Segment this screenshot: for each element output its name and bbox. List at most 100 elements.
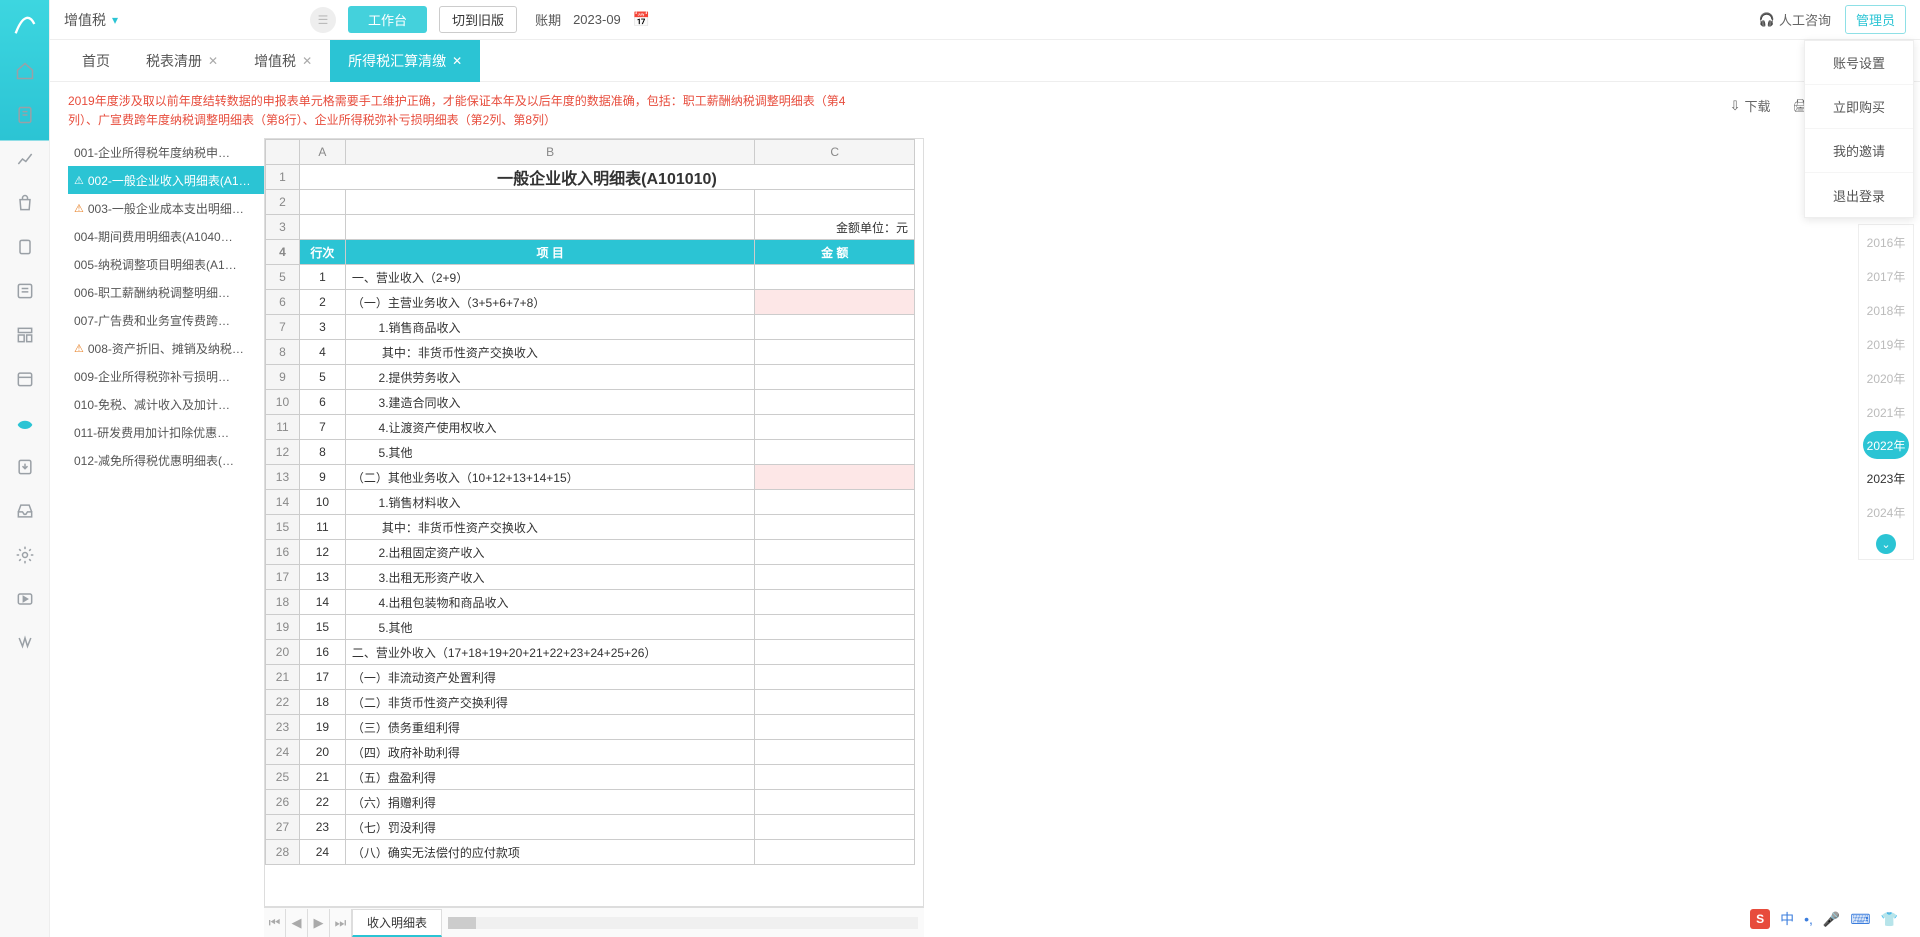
amount-cell[interactable] [755,840,915,865]
amount-cell[interactable] [755,190,915,215]
user-menu: 账号设置立即购买我的邀请退出登录 [1804,40,1914,218]
amount-cell[interactable] [755,490,915,515]
year-2019年[interactable]: 2019年 [1859,327,1913,361]
amount-cell[interactable] [755,565,915,590]
calendar-picker-icon[interactable]: 📅 [633,11,650,28]
admin-button[interactable]: 管理员 [1845,5,1906,34]
amount-cell[interactable] [755,465,915,490]
amount-cell[interactable] [755,340,915,365]
home-icon[interactable] [14,60,36,82]
amount-cell[interactable] [755,740,915,765]
period-value[interactable]: 2023-09 [573,12,621,27]
amount-cell[interactable] [755,715,915,740]
sheet-last-icon[interactable]: ⏭ [330,909,352,937]
ime-mic-icon[interactable]: 🎤 [1823,911,1840,928]
user-menu-item-3[interactable]: 退出登录 [1805,173,1913,217]
close-icon[interactable]: ✕ [208,54,218,68]
year-2021年[interactable]: 2021年 [1859,395,1913,429]
year-2018年[interactable]: 2018年 [1859,293,1913,327]
close-icon[interactable]: ✕ [302,54,312,68]
amount-cell[interactable] [755,790,915,815]
form-item-10[interactable]: 011-研发费用加计扣除优惠… [68,418,264,446]
sheet-first-icon[interactable]: ⏮ [264,909,286,937]
amount-cell[interactable] [755,440,915,465]
amount-cell[interactable] [755,290,915,315]
chart-icon[interactable] [14,148,36,170]
form-icon[interactable] [14,280,36,302]
amount-cell[interactable] [755,590,915,615]
breadcrumb[interactable]: 增值税 ▾ [64,10,118,30]
form-list: 001-企业所得税年度纳税申…⚠002-一般企业收入明细表(A1…⚠003-一般… [68,138,264,937]
amount-cell[interactable] [755,640,915,665]
breadcrumb-text: 增值税 [64,10,106,30]
amount-cell[interactable] [755,415,915,440]
template-icon[interactable] [14,324,36,346]
close-icon[interactable]: ✕ [452,54,462,68]
year-2024年[interactable]: 2024年 [1859,495,1913,529]
form-item-9[interactable]: 010-免税、减计收入及加计… [68,390,264,418]
user-menu-item-1[interactable]: 立即购买 [1805,85,1913,129]
amount-cell[interactable] [755,365,915,390]
form-item-6[interactable]: 007-广告费和业务宣传费跨… [68,306,264,334]
h-scrollbar[interactable] [448,917,918,929]
export-icon[interactable] [14,456,36,478]
ime-keyboard-icon[interactable]: ⌨ [1850,911,1870,928]
doc-icon[interactable] [14,104,36,126]
sheet-prev-icon[interactable]: ◀ [286,909,308,937]
amount-cell[interactable] [755,665,915,690]
form-item-3[interactable]: 004-期间费用明细表(A1040… [68,222,264,250]
bag-icon[interactable] [14,192,36,214]
workbench-button[interactable]: 工作台 [348,6,427,33]
user-menu-item-2[interactable]: 我的邀请 [1805,129,1913,173]
inbox-icon[interactable] [14,500,36,522]
video-icon[interactable] [14,588,36,610]
settings-icon[interactable] [14,544,36,566]
consult-button[interactable]: 🎧 人工咨询 [1759,10,1831,29]
amount-cell[interactable] [755,690,915,715]
sheet-area[interactable]: ABC1一般企业收入明细表(A101010)23金额单位：元4行次项 目金 额5… [264,138,924,907]
form-item-5[interactable]: 006-职工薪酬纳税调整明细… [68,278,264,306]
amount-cell[interactable] [755,515,915,540]
form-item-2[interactable]: ⚠003-一般企业成本支出明细… [68,194,264,222]
amount-cell[interactable] [755,765,915,790]
clipboard-icon[interactable] [14,236,36,258]
ime-skin-icon[interactable]: 👕 [1881,911,1898,928]
calendar-icon[interactable] [14,368,36,390]
download-button[interactable]: ⇩ 下载 [1730,96,1771,115]
form-item-8[interactable]: 009-企业所得税弥补亏损明… [68,362,264,390]
vip-icon[interactable] [14,632,36,654]
tab-2[interactable]: 增值税✕ [236,40,330,82]
nav-rail [0,0,50,937]
year-2016年[interactable]: 2016年 [1859,225,1913,259]
amount-cell[interactable] [755,615,915,640]
amount-cell[interactable] [755,315,915,340]
sheet-next-icon[interactable]: ▶ [308,909,330,937]
form-item-7[interactable]: ⚠008-资产折旧、摊销及纳税… [68,334,264,362]
form-item-4[interactable]: 005-纳税调整项目明细表(A1… [68,250,264,278]
ime-logo-icon[interactable]: S [1750,909,1770,929]
ime-lang[interactable]: 中 [1780,909,1794,929]
year-2017年[interactable]: 2017年 [1859,259,1913,293]
user-menu-item-0[interactable]: 账号设置 [1805,41,1913,85]
warning-icon: ⚠ [74,202,84,215]
tab-0[interactable]: 首页 [64,40,128,82]
year-2022年[interactable]: 2022年 [1863,431,1909,459]
amount-cell[interactable] [755,390,915,415]
year-more-icon[interactable]: ⌄ [1876,534,1896,554]
year-2020年[interactable]: 2020年 [1859,361,1913,395]
form-item-0[interactable]: 001-企业所得税年度纳税申… [68,138,264,166]
tab-1[interactable]: 税表清册✕ [128,40,236,82]
tabbar: 首页税表清册✕增值税✕所得税汇算清缴✕ [50,40,1920,82]
form-item-11[interactable]: 012-减免所得税优惠明细表(… [68,446,264,474]
amount-cell[interactable] [755,265,915,290]
ime-punct-icon[interactable]: •, [1804,911,1813,927]
tab-3[interactable]: 所得税汇算清缴✕ [330,40,480,82]
tax-icon[interactable] [14,412,36,434]
form-item-1[interactable]: ⚠002-一般企业收入明细表(A1… [68,166,264,194]
amount-cell[interactable] [755,540,915,565]
year-2023年[interactable]: 2023年 [1859,461,1913,495]
list-toggle-button[interactable]: ☰ [310,7,336,33]
amount-cell[interactable] [755,815,915,840]
switch-old-button[interactable]: 切到旧版 [439,6,517,33]
sheet-tab[interactable]: 收入明细表 [352,909,442,937]
